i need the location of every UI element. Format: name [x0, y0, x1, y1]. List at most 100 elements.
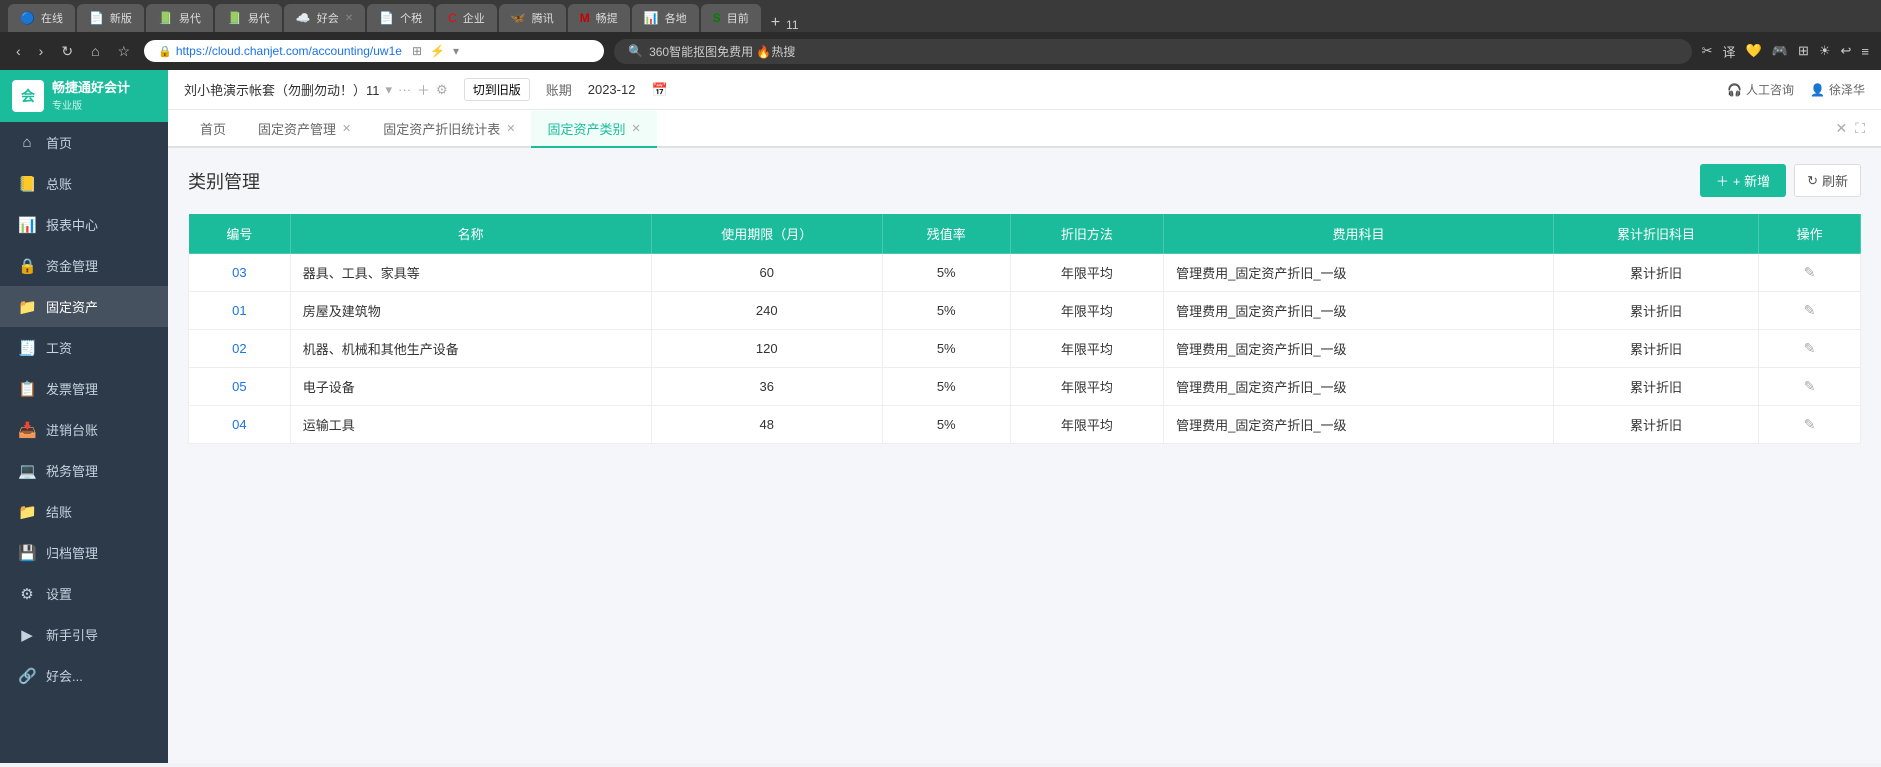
dropdown-arrow[interactable]: ▾ [386, 82, 393, 98]
tab-asset-category[interactable]: 固定资产类别 ✕ [531, 111, 656, 148]
new-tab-btn[interactable]: + [771, 14, 780, 32]
tabs-bar: 首页 固定资产管理 ✕ 固定资产折旧统计表 ✕ 固定资产类别 ✕ ✕ ⛶ [168, 110, 1881, 148]
sidebar-item-haohui[interactable]: 🔗 好会... [0, 655, 168, 696]
table-row: 03 器具、工具、家具等 60 5% 年限平均 管理费用_固定资产折旧_一级 累… [189, 254, 1861, 292]
tab-geshui[interactable]: 📄 个税 [367, 4, 434, 32]
col-method: 折旧方法 [1010, 214, 1164, 254]
sidebar-item-report-center[interactable]: 📊 报表中心 [0, 204, 168, 245]
asset-category-table: 编号 名称 使用期限（月） 残值率 折旧方法 费用科目 累计折旧科目 操作 03… [188, 213, 1861, 444]
star-btn[interactable]: ☆ [114, 39, 135, 64]
sidebar-item-purchase-sales[interactable]: 📥 进销台账 [0, 409, 168, 450]
tab-close-fixed-assets-mgmt[interactable]: ✕ [342, 122, 351, 135]
wallet-icon[interactable]: 💛 [1746, 43, 1762, 59]
calendar-icon[interactable]: 📅 [651, 82, 667, 98]
sidebar-item-tax[interactable]: 💻 税务管理 [0, 450, 168, 491]
user-avatar-block[interactable]: 👤 徐泽华 [1810, 81, 1865, 98]
cell-accum-2: 累计折旧 [1553, 330, 1758, 368]
game-icon[interactable]: 🎮 [1772, 43, 1788, 59]
top-bar: 刘小艳演示帐套（勿删勿动！）11 ▾ ··· ＋ ⚙ 切到旧版 账期 2023-… [168, 70, 1881, 110]
edit-icon-3[interactable]: ✎ [1804, 378, 1816, 394]
table-row: 02 机器、机械和其他生产设备 120 5% 年限平均 管理费用_固定资产折旧_… [189, 330, 1861, 368]
tab-xinban[interactable]: 📄 新版 [77, 4, 144, 32]
tab-fixed-assets-mgmt[interactable]: 固定资产管理 ✕ [242, 111, 367, 148]
tab-close-depreciation-report[interactable]: ✕ [506, 122, 515, 135]
add-btn[interactable]: ＋ + 新增 [1700, 164, 1786, 197]
top-bar-right: 🎧 人工咨询 👤 徐泽华 [1727, 81, 1865, 98]
address-input[interactable]: 🔒 https://cloud.chanjet.com/accounting/u… [144, 40, 604, 62]
plus-icon[interactable]: ＋ [417, 80, 430, 99]
plus-icon: ＋ [1716, 171, 1729, 190]
sun-icon[interactable]: ☀ [1819, 43, 1831, 59]
edit-icon-1[interactable]: ✎ [1804, 302, 1816, 318]
sidebar-item-fixed-assets[interactable]: 📁 固定资产 [0, 286, 168, 327]
edit-icon-4[interactable]: ✎ [1804, 416, 1816, 432]
address-bar: ‹ › ↻ ⌂ ☆ 🔒 https://cloud.chanjet.com/ac… [0, 32, 1881, 70]
tab-yidai1[interactable]: 📗 易代 [146, 4, 213, 32]
tab-changte[interactable]: M 畅提 [568, 4, 630, 32]
sidebar-item-guide[interactable]: ▶ 新手引导 [0, 614, 168, 655]
cell-name-0: 器具、工具、家具等 [290, 254, 651, 292]
cell-accum-3: 累计折旧 [1553, 368, 1758, 406]
sidebar-item-payroll[interactable]: 🧾 工资 [0, 327, 168, 368]
purchase-icon: 📥 [18, 421, 36, 439]
tab-haohui[interactable]: ☁️ 好会 ✕ [284, 4, 365, 32]
tab-yidai2[interactable]: 📗 易代 [215, 4, 282, 32]
sidebar-item-archive[interactable]: 💾 归档管理 [0, 532, 168, 573]
tab-close-asset-category[interactable]: ✕ [632, 122, 641, 135]
home-btn[interactable]: ⌂ [87, 39, 103, 63]
tab-qiye[interactable]: C 企业 [436, 4, 497, 32]
site-info-icon[interactable]: ⊞ [412, 44, 422, 58]
tab-depreciation-report[interactable]: 固定资产折旧统计表 ✕ [367, 111, 531, 148]
page-body: 类别管理 ＋ + 新增 ↻ 刷新 编号 名称 [168, 148, 1881, 763]
close-window-icon[interactable]: ✕ [1835, 120, 1847, 137]
search-bar[interactable]: 🔍 360智能抠图免费用 🔥热搜 [614, 39, 1692, 64]
home-icon: ⌂ [18, 134, 36, 151]
guide-icon: ▶ [18, 626, 36, 644]
maximize-window-icon[interactable]: ⛶ [1855, 120, 1865, 137]
tab-tengxun[interactable]: 🦋 腾讯 [499, 4, 566, 32]
tab-homepage[interactable]: 首页 [184, 111, 242, 148]
sidebar-item-general-ledger[interactable]: 📒 总账 [0, 163, 168, 204]
sidebar-item-settings[interactable]: ⚙ 设置 [0, 573, 168, 614]
fixed-assets-icon: 📁 [18, 298, 36, 316]
menu-icon[interactable]: ≡ [1861, 44, 1869, 59]
sidebar-label-invoice: 发票管理 [46, 379, 98, 398]
cell-action-0: ✎ [1759, 254, 1861, 292]
tab-gedi[interactable]: 📊 各地 [632, 4, 699, 32]
help-btn[interactable]: 🎧 人工咨询 [1727, 81, 1794, 98]
undo-icon[interactable]: ↩ [1841, 43, 1852, 59]
cell-action-4: ✎ [1759, 406, 1861, 444]
scissors-icon[interactable]: ✂ [1702, 43, 1713, 59]
edit-icon-0[interactable]: ✎ [1804, 264, 1816, 280]
sidebar-item-fund-management[interactable]: 🔒 资金管理 [0, 245, 168, 286]
tab-zaixin[interactable]: 🔵 在线 [8, 4, 75, 32]
lightning-icon[interactable]: ⚡ [430, 44, 445, 58]
translate-icon[interactable]: 译 [1723, 42, 1736, 61]
sidebar-item-invoice[interactable]: 📋 发票管理 [0, 368, 168, 409]
dropdown-icon[interactable]: ▾ [453, 44, 459, 58]
sidebar-item-closing[interactable]: 📁 结账 [0, 491, 168, 532]
tab-muqian[interactable]: S 目前 [701, 4, 761, 32]
col-months: 使用期限（月） [651, 214, 882, 254]
switch-version-btn[interactable]: 切到旧版 [464, 78, 530, 101]
cell-expense-0: 管理费用_固定资产折旧_一级 [1164, 254, 1554, 292]
cell-expense-2: 管理费用_固定资产折旧_一级 [1164, 330, 1554, 368]
sidebar-item-home[interactable]: ⌂ 首页 [0, 122, 168, 163]
col-code: 编号 [189, 214, 291, 254]
back-btn[interactable]: ‹ [12, 39, 25, 63]
tab-close-icon[interactable]: ✕ [345, 13, 353, 24]
table-row: 05 电子设备 36 5% 年限平均 管理费用_固定资产折旧_一级 累计折旧 ✎ [189, 368, 1861, 406]
help-label: 人工咨询 [1746, 81, 1794, 98]
cell-expense-1: 管理费用_固定资产折旧_一级 [1164, 292, 1554, 330]
cell-name-3: 电子设备 [290, 368, 651, 406]
gear-icon[interactable]: ⚙ [436, 82, 448, 98]
tab-count[interactable]: 11 [786, 18, 798, 32]
edit-icon-2[interactable]: ✎ [1804, 340, 1816, 356]
refresh-table-btn[interactable]: ↻ 刷新 [1794, 164, 1861, 197]
grid-icon[interactable]: ⊞ [1798, 43, 1809, 59]
refresh-btn[interactable]: ↻ [57, 39, 77, 64]
cell-expense-3: 管理费用_固定资产折旧_一级 [1164, 368, 1554, 406]
more-icon[interactable]: ··· [398, 82, 411, 97]
cell-action-3: ✎ [1759, 368, 1861, 406]
forward-btn[interactable]: › [35, 39, 48, 63]
